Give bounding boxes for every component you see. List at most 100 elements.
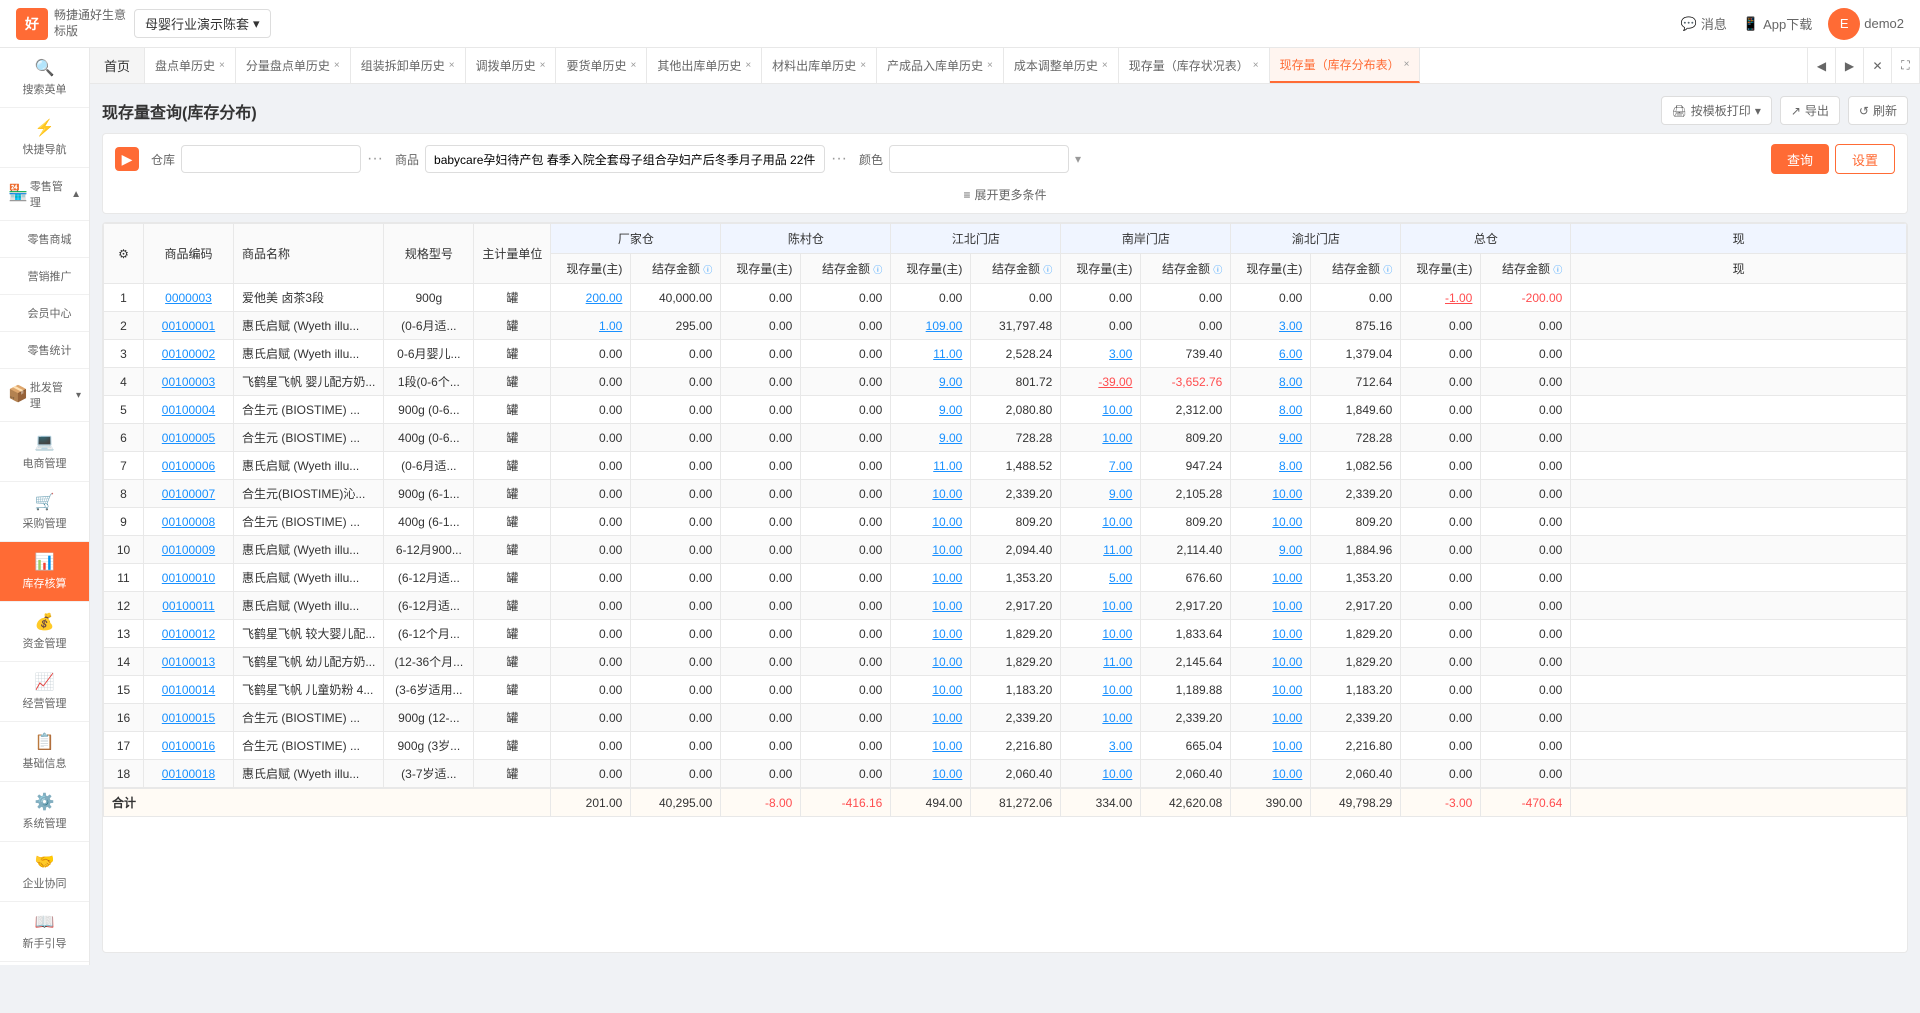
print-btn[interactable]: 🖨 按模板打印 ▾ <box>1661 96 1772 125</box>
tab-close-product-in[interactable]: × <box>987 60 993 71</box>
tab-close-other-out[interactable]: × <box>745 60 751 71</box>
avatar: E <box>1828 8 1860 40</box>
sidebar-item-retail-stat[interactable]: 零售统计 <box>0 332 89 369</box>
cell-nb-qty: 10.00 <box>1061 676 1141 704</box>
app-download-btn[interactable]: 📱 App下载 <box>1743 14 1812 33</box>
search-button[interactable]: 查询 <box>1771 144 1829 174</box>
cell-yb-amt: 728.28 <box>1311 424 1401 452</box>
search-expand-btn[interactable]: ▶ <box>115 147 139 171</box>
tab-close-material-out[interactable]: × <box>860 60 866 71</box>
tab-stock-dist[interactable]: 现存量（库存分布表） × <box>1270 48 1421 83</box>
sidebar-item-basic[interactable]: 📋 基础信息 <box>0 722 89 782</box>
tab-next-btn[interactable]: ▶ <box>1836 48 1864 83</box>
cell-ck-amt: 0.00 <box>631 704 721 732</box>
settings-button[interactable]: 设置 <box>1835 144 1895 174</box>
cell-nb-qty: 11.00 <box>1061 536 1141 564</box>
cell-extra <box>1571 312 1907 340</box>
cell-code: 00100012 <box>144 620 234 648</box>
sidebar-item-ecommerce[interactable]: 💻 电商管理 <box>0 422 89 482</box>
product-input[interactable] <box>425 145 825 173</box>
sidebar-item-system[interactable]: ⚙️ 系统管理 <box>0 782 89 842</box>
tab-stocktake-sub[interactable]: 分量盘点单历史 × <box>236 48 351 83</box>
tab-other-out[interactable]: 其他出库单历史 × <box>647 48 762 83</box>
cell-total-amt: 0.00 <box>1481 480 1571 508</box>
cell-nb-amt: 809.20 <box>1141 424 1231 452</box>
footer-ck-amt: 40,295.00 <box>631 788 721 817</box>
cell-spec: 0-6月婴儿... <box>384 340 474 368</box>
tab-close-assembly[interactable]: × <box>449 60 455 71</box>
tab-close-stocktake-sub[interactable]: × <box>334 60 340 71</box>
th-gear[interactable]: ⚙ <box>104 224 144 284</box>
cell-extra <box>1571 564 1907 592</box>
footer-ck-qty: 201.00 <box>551 788 631 817</box>
cell-jb-amt: 2,094.40 <box>971 536 1061 564</box>
color-input[interactable] <box>889 145 1069 173</box>
th-name: 商品名称 <box>234 224 384 284</box>
user-profile[interactable]: E demo2 <box>1828 8 1904 40</box>
sidebar-item-wholesale[interactable]: 📦 批发管理 ▾ <box>0 369 89 422</box>
tab-home[interactable]: 首页 <box>90 48 145 83</box>
tab-close-cost-adjust[interactable]: × <box>1102 60 1108 71</box>
tab-prev-btn[interactable]: ◀ <box>1808 48 1836 83</box>
cell-no: 10 <box>104 536 144 564</box>
sidebar-item-newguide[interactable]: 📖 新手引导 <box>0 902 89 962</box>
sidebar-item-finance[interactable]: 💰 资金管理 <box>0 602 89 662</box>
cell-no: 3 <box>104 340 144 368</box>
sidebar-item-label: 企业协同 <box>23 875 67 891</box>
footer-cc-qty: -8.00 <box>721 788 801 817</box>
sidebar: 🔍 搜索英单 ⚡ 快捷导航 🏪 零售管理 ▲ 零售商城 营销推广 会员中心 零售… <box>0 48 90 965</box>
tab-requisition[interactable]: 要货单历史 × <box>556 48 647 83</box>
sidebar-item-operation[interactable]: 📈 经营管理 <box>0 662 89 722</box>
export-btn[interactable]: ↗ 导出 <box>1780 96 1840 125</box>
warehouse-ellipsis[interactable]: ··· <box>367 150 383 168</box>
cell-cc-qty: 0.00 <box>721 284 801 312</box>
sidebar-item-member[interactable]: 会员中心 <box>0 295 89 332</box>
sidebar-item-label: 系统管理 <box>23 815 67 831</box>
cell-ck-qty: 0.00 <box>551 368 631 396</box>
tab-stock-status[interactable]: 现存量（库存状况表） × <box>1119 48 1270 83</box>
cell-no: 11 <box>104 564 144 592</box>
cell-extra <box>1571 732 1907 760</box>
sidebar-item-shortcut[interactable]: ⚡ 快捷导航 <box>0 108 89 168</box>
th-nb-amt: 结存金额 ⓘ <box>1141 254 1231 284</box>
warehouse-input[interactable] <box>181 145 361 173</box>
sidebar-item-retail[interactable]: 🏪 零售管理 ▲ <box>0 168 89 221</box>
tab-close-all-btn[interactable]: ✕ <box>1864 48 1892 83</box>
tab-material-out[interactable]: 材料出库单历史 × <box>762 48 877 83</box>
sidebar-item-retail-store[interactable]: 零售商城 <box>0 221 89 258</box>
cell-extra <box>1571 620 1907 648</box>
sidebar-item-purchase[interactable]: 🛒 采购管理 <box>0 482 89 542</box>
cell-jb-amt: 1,353.20 <box>971 564 1061 592</box>
tab-close-stock-dist[interactable]: × <box>1404 59 1410 70</box>
cell-jb-amt: 801.72 <box>971 368 1061 396</box>
tab-close-transfer[interactable]: × <box>540 60 546 71</box>
cell-ck-qty: 0.00 <box>551 592 631 620</box>
sidebar-item-enterprise[interactable]: 🤝 企业协同 <box>0 842 89 902</box>
cell-cc-qty: 0.00 <box>721 368 801 396</box>
tab-transfer[interactable]: 调拨单历史 × <box>466 48 557 83</box>
tab-assembly[interactable]: 组装拆卸单历史 × <box>351 48 466 83</box>
tab-stocktake[interactable]: 盘点单历史 × <box>145 48 236 83</box>
tab-product-in[interactable]: 产成品入库单历史 × <box>877 48 1004 83</box>
tab-close-requisition[interactable]: × <box>630 60 636 71</box>
tab-cost-adjust[interactable]: 成本调整单历史 × <box>1004 48 1119 83</box>
cell-unit: 罐 <box>474 676 551 704</box>
cell-ck-qty: 0.00 <box>551 480 631 508</box>
cell-ck-amt: 40,000.00 <box>631 284 721 312</box>
sidebar-item-search[interactable]: 🔍 搜索英单 <box>0 48 89 108</box>
store-selector[interactable]: 母婴行业演示陈套 ▾ <box>134 9 271 38</box>
expand-conditions-btn[interactable]: ≡ 展开更多条件 <box>963 186 1046 203</box>
cell-name: 惠氏启赋 (Wyeth illu... <box>234 760 384 789</box>
tab-expand-btn[interactable]: ⛶ <box>1892 48 1920 83</box>
tab-close-stock-status[interactable]: × <box>1253 60 1259 71</box>
table-row: 12 00100011 惠氏启赋 (Wyeth illu... (6-12月适.… <box>104 592 1907 620</box>
refresh-btn[interactable]: ↺ 刷新 <box>1848 96 1908 125</box>
cell-yb-amt: 1,379.04 <box>1311 340 1401 368</box>
cell-spec: (6-12月适... <box>384 564 474 592</box>
message-btn[interactable]: 💬 消息 <box>1681 14 1727 33</box>
sidebar-item-marketing[interactable]: 营销推广 <box>0 258 89 295</box>
sidebar-item-inventory[interactable]: 📊 库存核算 <box>0 542 89 602</box>
tab-close-stocktake[interactable]: × <box>219 60 225 71</box>
product-ellipsis[interactable]: ··· <box>831 150 847 168</box>
cell-cc-qty: 0.00 <box>721 592 801 620</box>
